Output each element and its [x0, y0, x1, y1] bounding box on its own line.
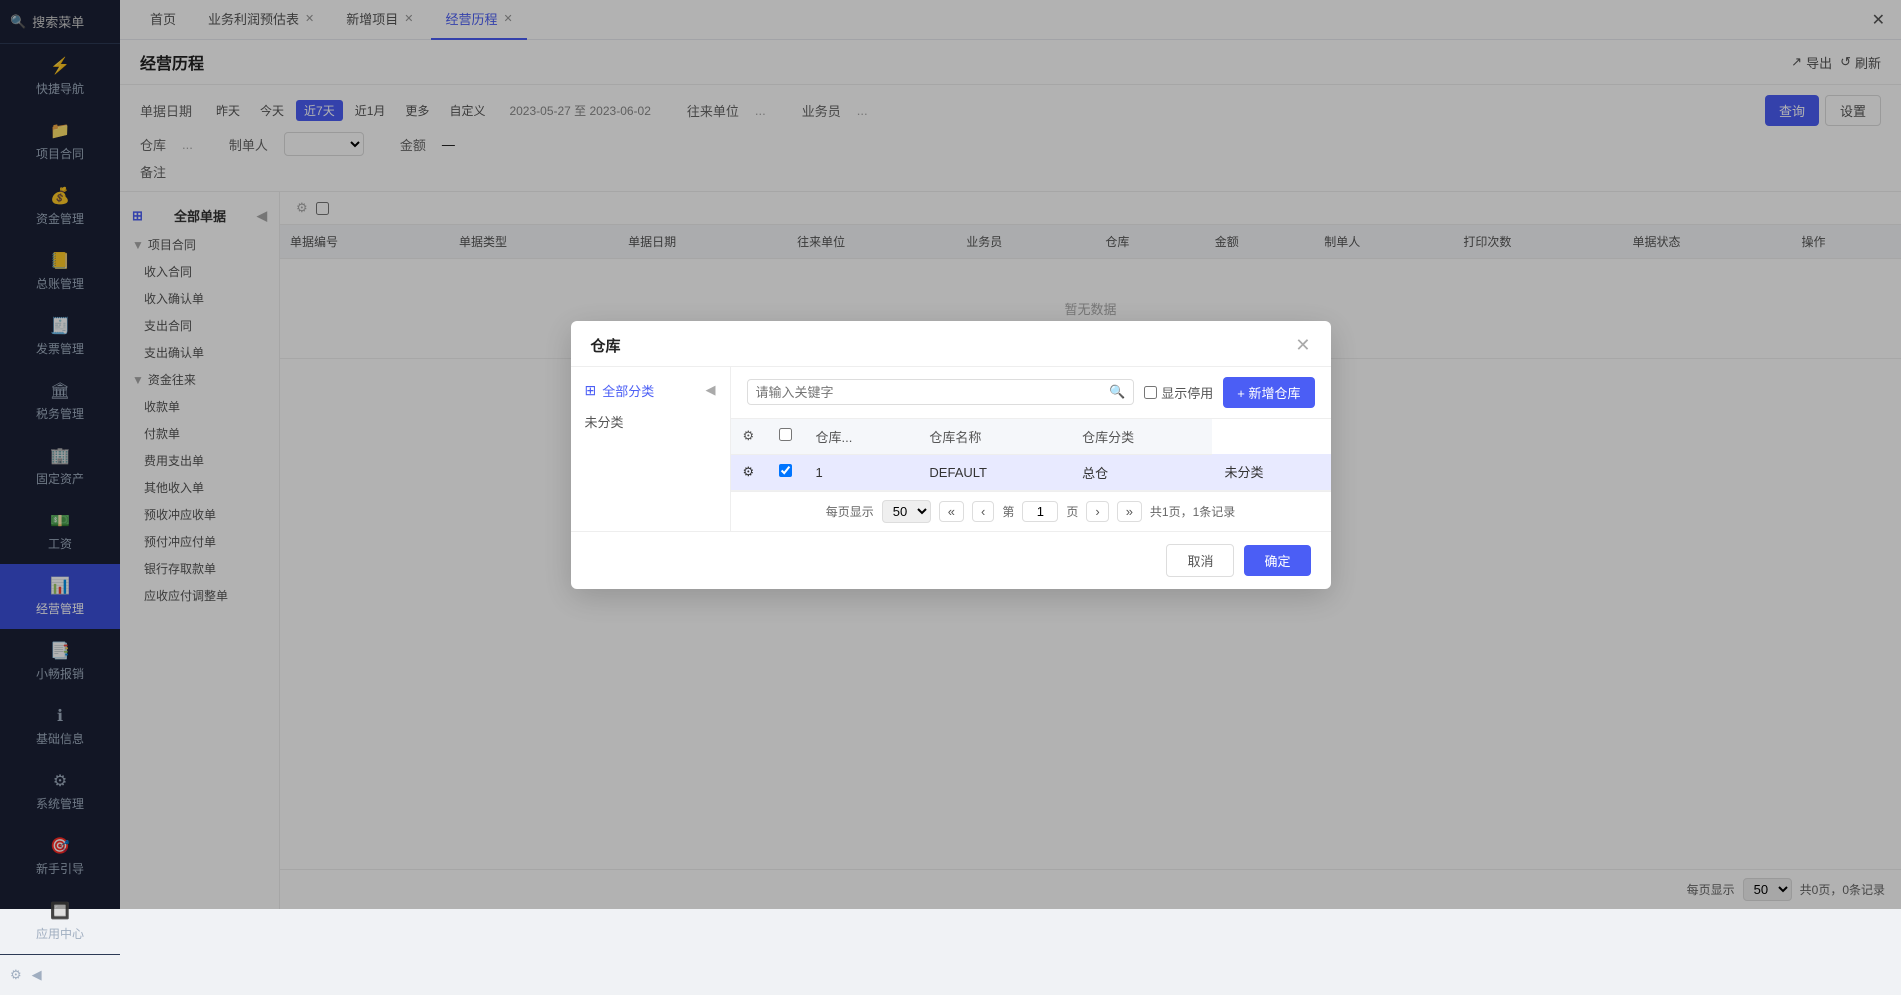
- show-disabled-label[interactable]: 显示停用: [1144, 383, 1213, 402]
- wh-col-checkbox: [767, 419, 804, 455]
- wh-col-code: 仓库...: [804, 419, 918, 455]
- warehouse-panel: 🔍 显示停用 + 新增仓库 ⚙ 仓库...: [731, 367, 1331, 531]
- wh-col-name: 仓库名称: [917, 419, 1070, 455]
- page-unit: 页: [1066, 503, 1078, 520]
- warehouse-toolbar: 🔍 显示停用 + 新增仓库: [731, 367, 1331, 419]
- page-label: 第: [1002, 503, 1014, 520]
- category-panel: ⊞ 全部分类 ◀ 未分类: [571, 367, 731, 531]
- search-icon: 🔍: [1109, 384, 1125, 400]
- page-last-btn[interactable]: »: [1117, 501, 1142, 522]
- wh-row-num: 1: [804, 454, 918, 490]
- page-next-btn[interactable]: ›: [1086, 501, 1108, 522]
- wh-row-check[interactable]: [779, 464, 792, 477]
- wh-row-code: DEFAULT: [917, 454, 1070, 490]
- modal-close-button[interactable]: ✕: [1295, 335, 1310, 356]
- cat-grid-icon: ⊞: [585, 382, 597, 399]
- add-warehouse-button[interactable]: + 新增仓库: [1223, 377, 1314, 408]
- wh-row-settings: ⚙: [731, 454, 767, 490]
- wh-col-settings: ⚙: [731, 419, 767, 455]
- page-total: 共1页，1条记录: [1150, 503, 1235, 520]
- wh-select-all[interactable]: [779, 428, 792, 441]
- sidebar-item-label: 应用中心: [36, 925, 84, 942]
- cancel-button[interactable]: 取消: [1166, 544, 1234, 577]
- page-first-btn[interactable]: «: [939, 501, 964, 522]
- warehouse-table-wrapper: ⚙ 仓库... 仓库名称 仓库分类 ⚙ 1: [731, 419, 1331, 491]
- cat-item-uncategorized[interactable]: 未分类: [571, 406, 730, 437]
- wh-col-category: 仓库分类: [1070, 419, 1212, 455]
- modal-body: ⊞ 全部分类 ◀ 未分类 🔍 显示停用 + 新增仓库: [571, 367, 1331, 531]
- wh-row-checkbox[interactable]: [767, 454, 804, 490]
- modal-per-page-select[interactable]: 50: [882, 500, 931, 523]
- wh-row-name: 总仓: [1070, 454, 1212, 490]
- all-category-label: 全部分类: [602, 381, 654, 400]
- warehouse-search-input[interactable]: [756, 385, 1106, 400]
- show-disabled-checkbox[interactable]: [1144, 386, 1157, 399]
- page-number-input[interactable]: [1022, 501, 1058, 522]
- per-page-label: 每页显示: [826, 503, 874, 520]
- search-box: 🔍: [747, 379, 1135, 405]
- settings-icon[interactable]: ⚙: [10, 967, 22, 983]
- modal-header: 仓库 ✕: [571, 321, 1331, 367]
- modal-title: 仓库: [591, 335, 621, 356]
- modal-footer: 取消 确定: [571, 531, 1331, 589]
- page-prev-btn[interactable]: ‹: [972, 501, 994, 522]
- collapse-icon[interactable]: ◀: [32, 967, 42, 983]
- confirm-button[interactable]: 确定: [1244, 545, 1310, 576]
- warehouse-footer: 每页显示 50 « ‹ 第 页 › » 共1页，1条记录: [731, 491, 1331, 531]
- warehouse-table: ⚙ 仓库... 仓库名称 仓库分类 ⚙ 1: [731, 419, 1331, 491]
- wh-row-category: 未分类: [1212, 454, 1330, 490]
- warehouse-modal: 仓库 ✕ ⊞ 全部分类 ◀ 未分类 🔍: [571, 321, 1331, 589]
- warehouse-row[interactable]: ⚙ 1 DEFAULT 总仓 未分类: [731, 454, 1331, 490]
- warehouse-header-row: ⚙ 仓库... 仓库名称 仓库分类: [731, 419, 1331, 455]
- modal-overlay: 仓库 ✕ ⊞ 全部分类 ◀ 未分类 🔍: [0, 0, 1901, 909]
- all-category-header[interactable]: ⊞ 全部分类 ◀: [571, 375, 730, 406]
- cat-collapse-icon[interactable]: ◀: [706, 382, 716, 398]
- sidebar-bottom: ⚙ ◀: [0, 954, 120, 995]
